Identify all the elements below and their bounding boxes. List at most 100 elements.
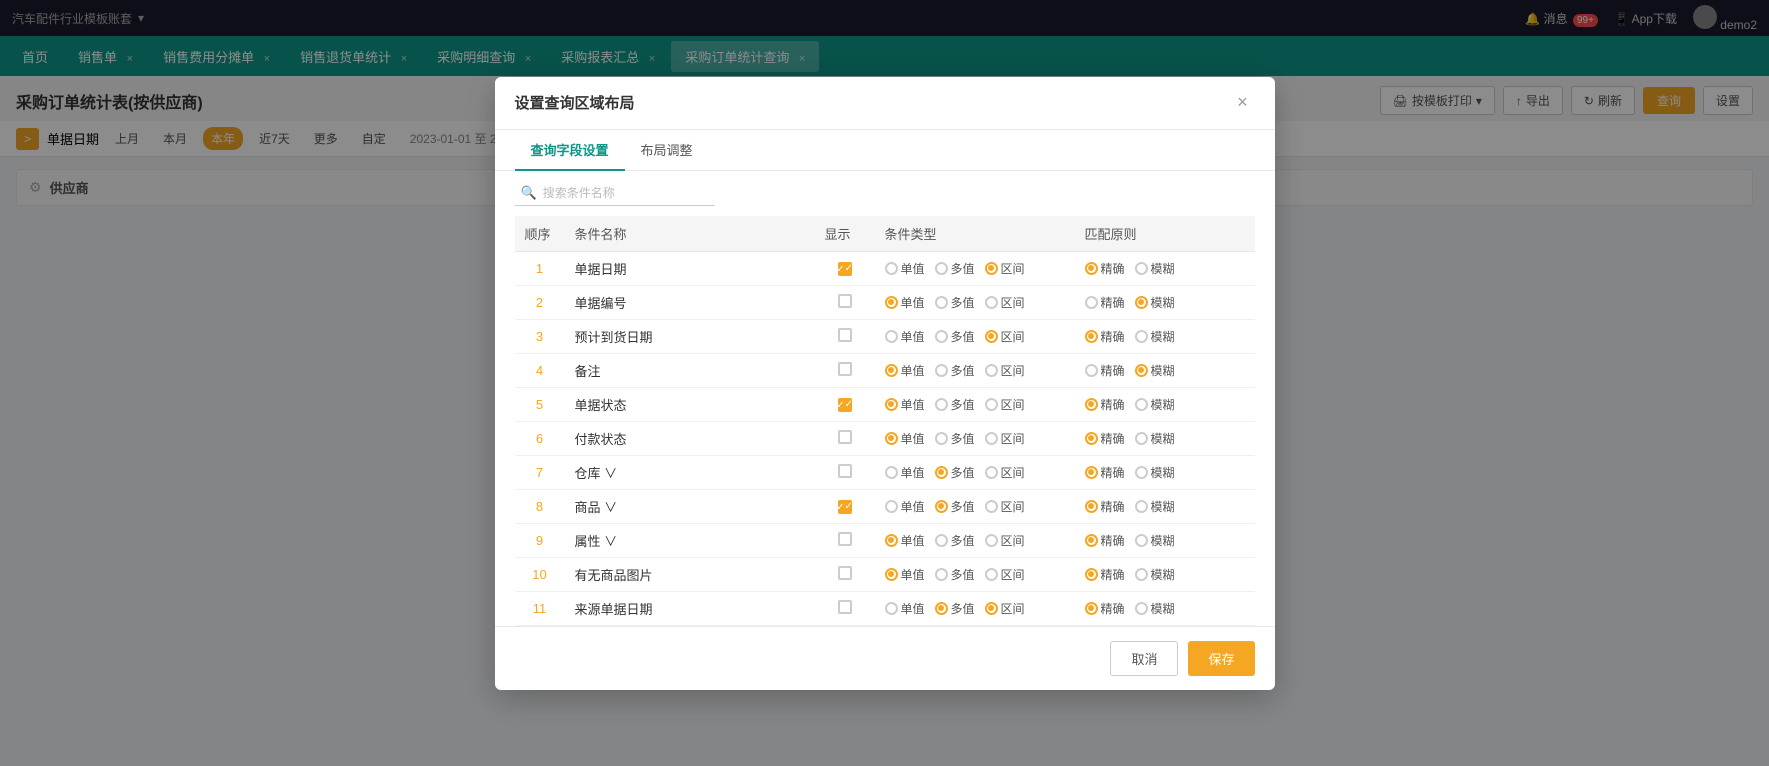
type-radio-item[interactable]: 单值	[885, 430, 925, 447]
tab-layout-adjust[interactable]: 布局调整	[625, 130, 709, 171]
radio-label: 区间	[1001, 362, 1025, 379]
match-radio-item[interactable]: 精确	[1085, 464, 1125, 481]
modal-table: 顺序 条件名称 显示 条件类型 匹配原则 1单据日期✓单值多值区间精确模糊2单据…	[515, 216, 1255, 626]
type-radio-item[interactable]: 区间	[985, 328, 1025, 345]
show-checkbox[interactable]	[838, 430, 852, 444]
cell-show[interactable]	[815, 285, 875, 319]
match-radio-item[interactable]: 模糊	[1135, 600, 1175, 617]
table-row: 5单据状态✓单值多值区间精确模糊	[515, 387, 1255, 421]
cell-show[interactable]: ✓	[815, 489, 875, 523]
type-radio-item[interactable]: 多值	[935, 260, 975, 277]
show-checkbox[interactable]	[838, 294, 852, 308]
match-radio-item[interactable]: 模糊	[1135, 430, 1175, 447]
type-radio-item[interactable]: 单值	[885, 396, 925, 413]
type-radio-item[interactable]: 区间	[985, 566, 1025, 583]
match-radio-item[interactable]: 模糊	[1135, 260, 1175, 277]
type-radio-item[interactable]: 多值	[935, 600, 975, 617]
radio-circle	[935, 364, 948, 377]
show-checkbox[interactable]: ✓	[838, 398, 852, 412]
match-radio-item[interactable]: 模糊	[1135, 498, 1175, 515]
cell-show[interactable]	[815, 523, 875, 557]
match-radio-item[interactable]: 模糊	[1135, 294, 1175, 311]
match-radio-item[interactable]: 精确	[1085, 260, 1125, 277]
type-radio-item[interactable]: 单值	[885, 328, 925, 345]
radio-circle	[985, 364, 998, 377]
type-radio-item[interactable]: 区间	[985, 362, 1025, 379]
type-radio-item[interactable]: 单值	[885, 294, 925, 311]
type-radio-item[interactable]: 单值	[885, 498, 925, 515]
search-box: 🔍	[515, 181, 715, 206]
cell-show[interactable]	[815, 319, 875, 353]
cell-show[interactable]	[815, 591, 875, 625]
match-radio-item[interactable]: 模糊	[1135, 328, 1175, 345]
modal-close-button[interactable]: ×	[1231, 91, 1255, 115]
type-radio-item[interactable]: 单值	[885, 566, 925, 583]
type-radio-item[interactable]: 区间	[985, 532, 1025, 549]
match-radio-item[interactable]: 精确	[1085, 396, 1125, 413]
show-checkbox[interactable]	[838, 566, 852, 580]
show-checkbox[interactable]	[838, 532, 852, 546]
type-radio-item[interactable]: 多值	[935, 464, 975, 481]
match-radio-item[interactable]: 精确	[1085, 498, 1125, 515]
cell-show[interactable]: ✓	[815, 387, 875, 421]
show-checkbox[interactable]: ✓	[838, 500, 852, 514]
cell-show[interactable]: ✓	[815, 251, 875, 285]
type-radio-item[interactable]: 单值	[885, 600, 925, 617]
modal-overlay[interactable]: 设置查询区域布局 × 查询字段设置 布局调整 🔍 顺序 条件名称 显示	[0, 0, 1769, 766]
match-radio-item[interactable]: 模糊	[1135, 396, 1175, 413]
match-radio-item[interactable]: 模糊	[1135, 362, 1175, 379]
type-radio-item[interactable]: 多值	[935, 532, 975, 549]
type-radio-item[interactable]: 区间	[985, 430, 1025, 447]
save-button[interactable]: 保存	[1188, 641, 1254, 676]
type-radio-item[interactable]: 多值	[935, 430, 975, 447]
modal: 设置查询区域布局 × 查询字段设置 布局调整 🔍 顺序 条件名称 显示	[495, 77, 1275, 690]
type-radio-item[interactable]: 单值	[885, 260, 925, 277]
type-radio-item[interactable]: 单值	[885, 464, 925, 481]
type-radio-item[interactable]: 区间	[985, 294, 1025, 311]
type-radio-item[interactable]: 多值	[935, 396, 975, 413]
match-radio-item[interactable]: 模糊	[1135, 532, 1175, 549]
search-input[interactable]	[543, 186, 703, 200]
type-radio-item[interactable]: 多值	[935, 498, 975, 515]
type-radio-item[interactable]: 区间	[985, 498, 1025, 515]
show-checkbox[interactable]	[838, 328, 852, 342]
match-radio-item[interactable]: 模糊	[1135, 464, 1175, 481]
type-radio-item[interactable]: 区间	[985, 464, 1025, 481]
show-checkbox[interactable]	[838, 464, 852, 478]
cell-show[interactable]	[815, 557, 875, 591]
cell-show[interactable]	[815, 353, 875, 387]
match-radio-item[interactable]: 精确	[1085, 566, 1125, 583]
type-radio-item[interactable]: 区间	[985, 260, 1025, 277]
type-radio-item[interactable]: 区间	[985, 396, 1025, 413]
match-radio-item[interactable]: 精确	[1085, 362, 1125, 379]
radio-label: 模糊	[1151, 260, 1175, 277]
table-row: 2单据编号单值多值区间精确模糊	[515, 285, 1255, 319]
show-checkbox[interactable]	[838, 600, 852, 614]
radio-label: 区间	[1001, 328, 1025, 345]
type-radio-item[interactable]: 单值	[885, 362, 925, 379]
tab-field-settings[interactable]: 查询字段设置	[515, 130, 625, 171]
type-radio-item[interactable]: 多值	[935, 328, 975, 345]
cancel-button[interactable]: 取消	[1110, 641, 1178, 676]
cell-show[interactable]	[815, 421, 875, 455]
match-radio-item[interactable]: 精确	[1085, 328, 1125, 345]
radio-circle	[985, 330, 998, 343]
show-checkbox[interactable]	[838, 362, 852, 376]
type-radio-item[interactable]: 多值	[935, 566, 975, 583]
cell-type: 单值多值区间	[875, 523, 1075, 557]
match-radio-item[interactable]: 精确	[1085, 294, 1125, 311]
radio-circle	[1135, 364, 1148, 377]
type-radio-item[interactable]: 多值	[935, 362, 975, 379]
show-checkbox[interactable]: ✓	[838, 262, 852, 276]
radio-label: 多值	[951, 566, 975, 583]
radio-circle	[985, 398, 998, 411]
type-radio-item[interactable]: 区间	[985, 600, 1025, 617]
match-radio-item[interactable]: 精确	[1085, 430, 1125, 447]
cell-match: 精确模糊	[1075, 421, 1255, 455]
type-radio-item[interactable]: 单值	[885, 532, 925, 549]
cell-show[interactable]	[815, 455, 875, 489]
match-radio-item[interactable]: 精确	[1085, 532, 1125, 549]
match-radio-item[interactable]: 精确	[1085, 600, 1125, 617]
type-radio-item[interactable]: 多值	[935, 294, 975, 311]
match-radio-item[interactable]: 模糊	[1135, 566, 1175, 583]
